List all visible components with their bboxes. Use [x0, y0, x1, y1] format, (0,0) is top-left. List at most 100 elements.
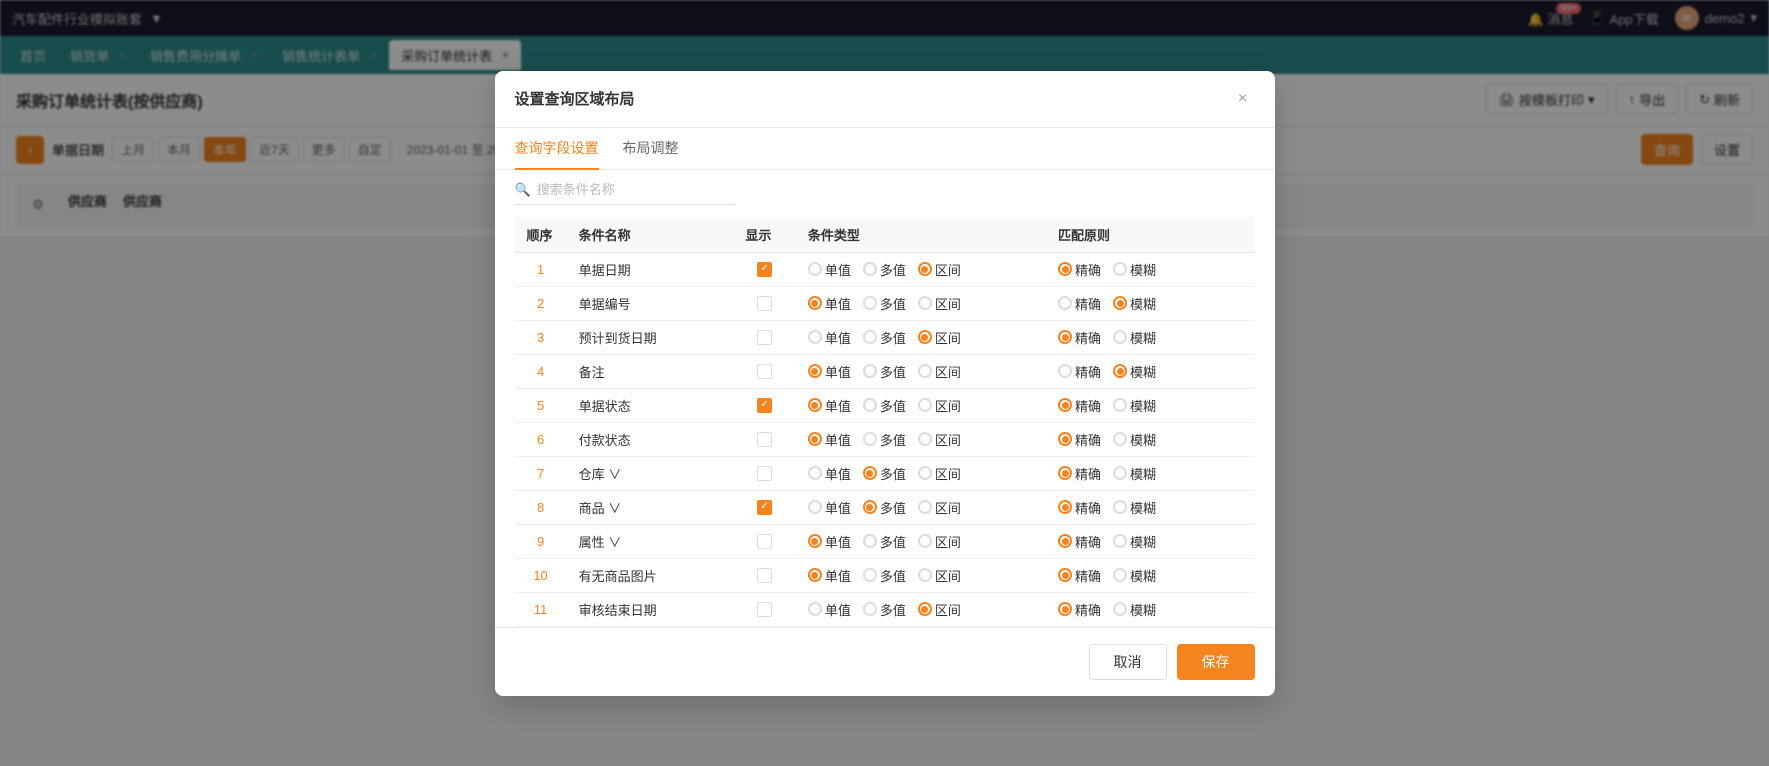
- radio-match-精确[interactable]: 精确: [1058, 430, 1101, 449]
- row-condition-name: 单据编号: [567, 286, 734, 320]
- radio-match-精确[interactable]: 精确: [1058, 498, 1101, 517]
- row-display-checkbox[interactable]: [733, 388, 796, 422]
- radio-type-单值[interactable]: 单值: [808, 430, 851, 449]
- radio-match-模糊[interactable]: 模糊: [1113, 532, 1156, 551]
- radio-type-单值[interactable]: 单值: [808, 566, 851, 585]
- radio-type-单值[interactable]: 单值: [808, 464, 851, 483]
- checkbox[interactable]: [757, 568, 772, 583]
- row-display-checkbox[interactable]: [733, 422, 796, 456]
- cancel-button[interactable]: 取消: [1089, 644, 1167, 680]
- radio-type-多值[interactable]: 多值: [863, 600, 906, 619]
- radio-type-多值[interactable]: 多值: [863, 498, 906, 517]
- radio-type-区间[interactable]: 区间: [918, 362, 961, 381]
- checkbox[interactable]: [757, 466, 772, 481]
- radio-type-单值[interactable]: 单值: [808, 498, 851, 517]
- row-display-checkbox[interactable]: [733, 592, 796, 626]
- row-type: 单值多值区间: [796, 252, 1046, 286]
- checkbox[interactable]: [757, 330, 772, 345]
- tab-query-field-settings[interactable]: 查询字段设置: [515, 128, 599, 170]
- radio-match-模糊[interactable]: 模糊: [1113, 328, 1156, 347]
- th-match: 匹配原则: [1046, 217, 1254, 253]
- table-row: 1单据日期单值多值区间精确模糊: [515, 252, 1255, 286]
- radio-type-多值[interactable]: 多值: [863, 294, 906, 313]
- radio-match-精确[interactable]: 精确: [1058, 532, 1101, 551]
- checkbox[interactable]: [757, 534, 772, 549]
- checkbox[interactable]: [757, 432, 772, 447]
- save-button[interactable]: 保存: [1177, 644, 1255, 680]
- radio-circle: [918, 602, 932, 616]
- radio-type-多值[interactable]: 多值: [863, 430, 906, 449]
- row-type: 单值多值区间: [796, 388, 1046, 422]
- radio-match-精确[interactable]: 精确: [1058, 566, 1101, 585]
- radio-match-模糊[interactable]: 模糊: [1113, 396, 1156, 415]
- radio-type-单值[interactable]: 单值: [808, 260, 851, 279]
- radio-match-模糊[interactable]: 模糊: [1113, 600, 1156, 619]
- row-display-checkbox[interactable]: [733, 320, 796, 354]
- radio-type-单值[interactable]: 单值: [808, 294, 851, 313]
- row-order: 8: [515, 490, 567, 524]
- radio-type-区间[interactable]: 区间: [918, 430, 961, 449]
- radio-type-区间[interactable]: 区间: [918, 600, 961, 619]
- tab-layout-adjust[interactable]: 布局调整: [623, 128, 679, 170]
- radio-circle: [808, 364, 822, 378]
- radio-type-区间[interactable]: 区间: [918, 260, 961, 279]
- radio-match-模糊[interactable]: 模糊: [1113, 430, 1156, 449]
- radio-match-模糊[interactable]: 模糊: [1113, 260, 1156, 279]
- checkbox[interactable]: [757, 262, 772, 277]
- modal-overlay: 设置查询区域布局 × 查询字段设置 布局调整 🔍 顺序 条件名称 显示: [0, 0, 1769, 766]
- row-display-checkbox[interactable]: [733, 456, 796, 490]
- radio-type-单值[interactable]: 单值: [808, 328, 851, 347]
- radio-type-多值[interactable]: 多值: [863, 566, 906, 585]
- radio-circle: [1058, 602, 1072, 616]
- radio-match-精确[interactable]: 精确: [1058, 294, 1101, 313]
- checkbox[interactable]: [757, 364, 772, 379]
- radio-match-精确[interactable]: 精确: [1058, 328, 1101, 347]
- radio-circle: [1113, 602, 1127, 616]
- radio-type-区间[interactable]: 区间: [918, 328, 961, 347]
- radio-match-精确[interactable]: 精确: [1058, 260, 1101, 279]
- row-display-checkbox[interactable]: [733, 252, 796, 286]
- radio-circle: [918, 500, 932, 514]
- radio-match-模糊[interactable]: 模糊: [1113, 362, 1156, 381]
- radio-type-多值[interactable]: 多值: [863, 532, 906, 551]
- radio-match-模糊[interactable]: 模糊: [1113, 464, 1156, 483]
- radio-match-精确[interactable]: 精确: [1058, 362, 1101, 381]
- radio-type-区间[interactable]: 区间: [918, 566, 961, 585]
- radio-circle: [1058, 568, 1072, 582]
- radio-type-单值[interactable]: 单值: [808, 396, 851, 415]
- radio-match-精确[interactable]: 精确: [1058, 396, 1101, 415]
- radio-circle: [863, 330, 877, 344]
- radio-type-多值[interactable]: 多值: [863, 396, 906, 415]
- radio-type-多值[interactable]: 多值: [863, 362, 906, 381]
- dialog-close-button[interactable]: ×: [1231, 87, 1255, 111]
- radio-type-多值[interactable]: 多值: [863, 464, 906, 483]
- radio-type-单值[interactable]: 单值: [808, 600, 851, 619]
- radio-type-区间[interactable]: 区间: [918, 464, 961, 483]
- radio-type-区间[interactable]: 区间: [918, 396, 961, 415]
- radio-match-模糊[interactable]: 模糊: [1113, 566, 1156, 585]
- radio-match-模糊[interactable]: 模糊: [1113, 498, 1156, 517]
- radio-circle: [863, 466, 877, 480]
- radio-type-单值[interactable]: 单值: [808, 362, 851, 381]
- row-display-checkbox[interactable]: [733, 558, 796, 592]
- checkbox[interactable]: [757, 296, 772, 311]
- radio-type-区间[interactable]: 区间: [918, 294, 961, 313]
- radio-type-区间[interactable]: 区间: [918, 498, 961, 517]
- radio-match-精确[interactable]: 精确: [1058, 600, 1101, 619]
- checkbox[interactable]: [757, 500, 772, 515]
- row-display-checkbox[interactable]: [733, 354, 796, 388]
- row-display-checkbox[interactable]: [733, 524, 796, 558]
- checkbox[interactable]: [757, 398, 772, 413]
- radio-type-单值[interactable]: 单值: [808, 532, 851, 551]
- radio-type-多值[interactable]: 多值: [863, 260, 906, 279]
- checkbox[interactable]: [757, 602, 772, 617]
- radio-type-区间[interactable]: 区间: [918, 532, 961, 551]
- row-display-checkbox[interactable]: [733, 286, 796, 320]
- radio-circle: [863, 296, 877, 310]
- radio-type-多值[interactable]: 多值: [863, 328, 906, 347]
- search-input[interactable]: [537, 182, 717, 197]
- row-display-checkbox[interactable]: [733, 490, 796, 524]
- radio-match-模糊[interactable]: 模糊: [1113, 294, 1156, 313]
- radio-match-精确[interactable]: 精确: [1058, 464, 1101, 483]
- row-condition-name: 属性 ∨: [567, 524, 734, 558]
